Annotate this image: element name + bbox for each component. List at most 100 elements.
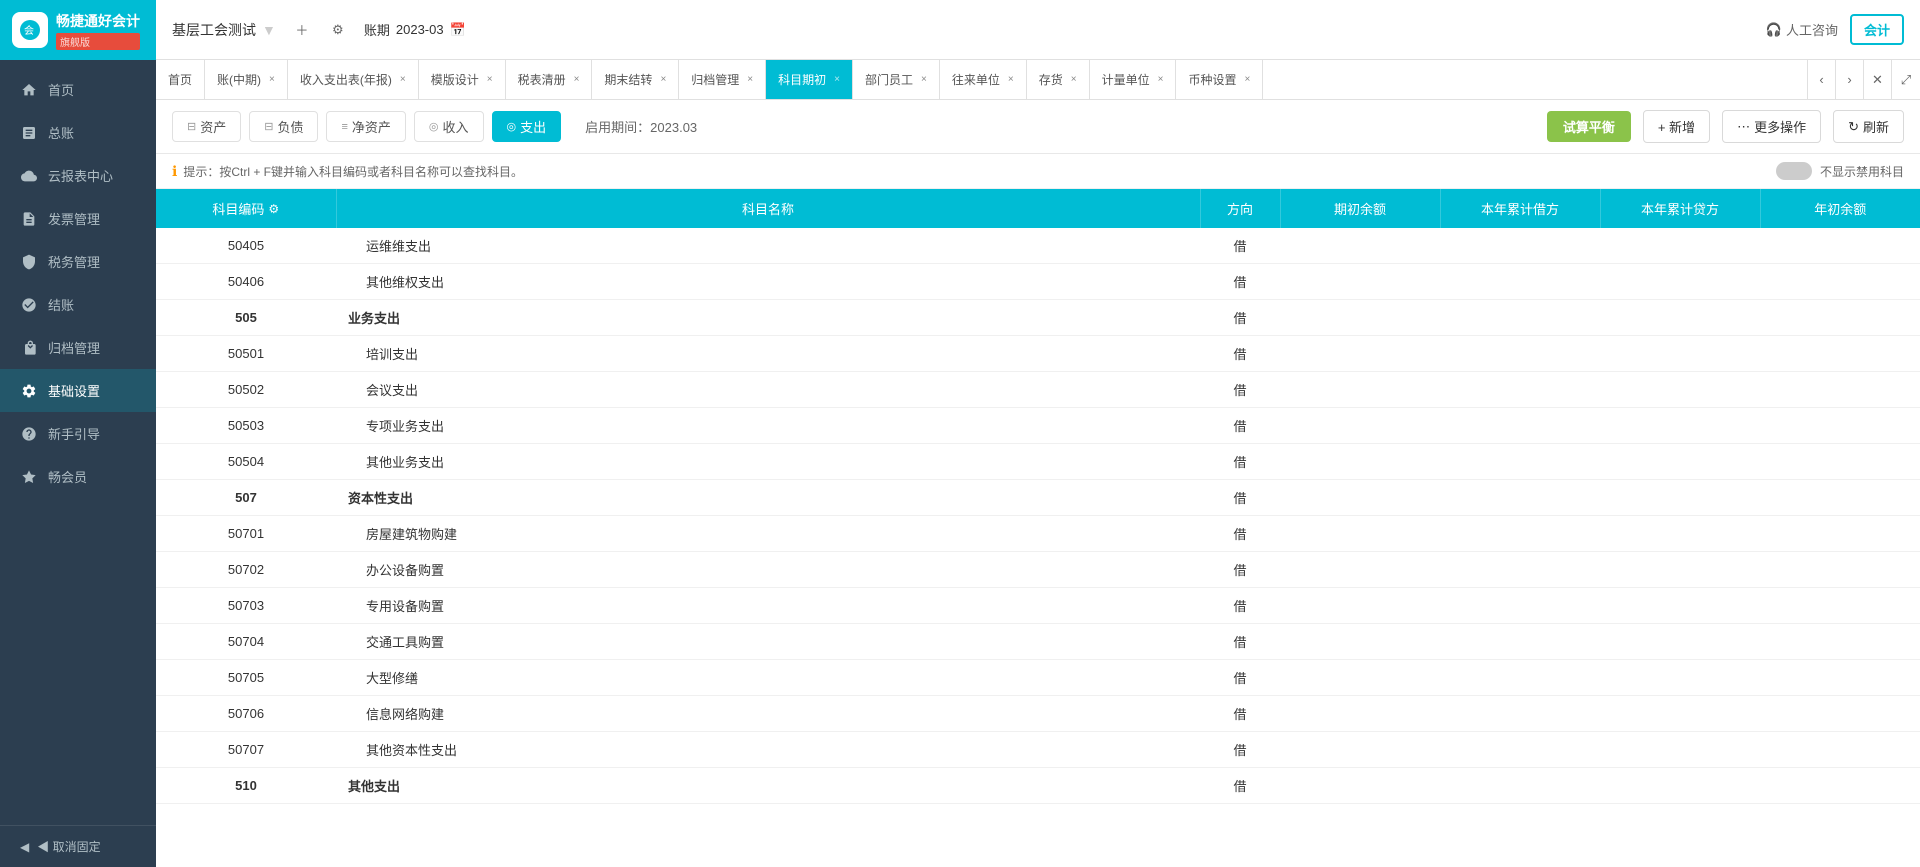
add-button[interactable]: + 新增 (1643, 110, 1710, 143)
table-row[interactable]: 50703 专用设备购置 借 (156, 588, 1920, 624)
table-row[interactable]: 50502 会议支出 借 (156, 372, 1920, 408)
tab-yearend-close[interactable]: × (660, 74, 666, 85)
tab-period-close[interactable]: × (269, 74, 275, 85)
table-row[interactable]: 50504 其他业务支出 借 (156, 444, 1920, 480)
sidebar-item-cloud[interactable]: 云报表中心 (0, 154, 156, 197)
more-icon: ⋯ (1737, 119, 1750, 135)
filter-tab-asset-label: 资产 (200, 117, 226, 136)
app-logo: 会 畅捷通好会计 旗舰版 (0, 0, 156, 60)
refresh-button[interactable]: ↻ 刷新 (1833, 110, 1904, 143)
table-container[interactable]: 科目编码 ⚙ 科目名称 方向 期初余额 本年累计借方 本年累计贷方 年初余额 5… (156, 189, 1920, 867)
tab-expand-button[interactable]: ⤢ (1892, 60, 1920, 100)
table-row[interactable]: 510 其他支出 借 (156, 768, 1920, 804)
cell-year-opening (1760, 372, 1920, 408)
table-row[interactable]: 50707 其他资本性支出 借 (156, 732, 1920, 768)
tab-prev-button[interactable]: ‹ (1808, 60, 1836, 100)
cell-debit (1440, 588, 1600, 624)
tab-period[interactable]: 账(中期) × (205, 60, 288, 99)
filter-tab-income[interactable]: ◎ 收入 (414, 111, 484, 142)
table-row[interactable]: 50405 运维维支出 借 (156, 228, 1920, 264)
sidebar-item-ledger[interactable]: 总账 (0, 111, 156, 154)
tab-template[interactable]: 模版设计 × (419, 60, 506, 99)
account-label: 会计 (1864, 23, 1890, 38)
table-row[interactable]: 50702 办公设备购置 借 (156, 552, 1920, 588)
settings-button[interactable]: ⚙ (324, 16, 352, 44)
tab-taxclear-close[interactable]: × (574, 74, 580, 85)
tab-partner-close[interactable]: × (1008, 74, 1014, 85)
tab-stock-close[interactable]: × (1071, 74, 1077, 85)
cell-year-opening (1760, 408, 1920, 444)
table-row[interactable]: 505 业务支出 借 (156, 300, 1920, 336)
help-button[interactable]: 🎧 人工咨询 (1766, 20, 1838, 39)
account-button[interactable]: 会计 (1850, 14, 1904, 45)
table-row[interactable]: 507 资本性支出 借 (156, 480, 1920, 516)
add-tab-button[interactable]: ＋ (288, 16, 316, 44)
app-version: 旗舰版 (56, 33, 140, 50)
tab-template-close[interactable]: × (487, 74, 493, 85)
collapse-sidebar-button[interactable]: ◀ ◀ 取消固定 (20, 838, 136, 855)
col-header-year-opening: 年初余额 (1760, 189, 1920, 228)
tab-currency-close[interactable]: × (1244, 74, 1250, 85)
cell-direction: 借 (1200, 696, 1280, 732)
tab-taxclear[interactable]: 税表清册 × (506, 60, 593, 99)
tab-stock[interactable]: 存货 × (1027, 60, 1090, 99)
tab-unit-close[interactable]: × (1158, 74, 1164, 85)
table-row[interactable]: 50701 房屋建筑物购建 借 (156, 516, 1920, 552)
filter-tab-asset[interactable]: ⊟ 资产 (172, 111, 241, 142)
tab-dept[interactable]: 部门员工 × (853, 60, 940, 99)
cell-opening (1280, 516, 1440, 552)
table-row[interactable]: 50706 信息网络购建 借 (156, 696, 1920, 732)
tab-home[interactable]: 首页 (156, 60, 205, 99)
tab-subject-close[interactable]: × (834, 74, 840, 85)
sidebar-item-archive[interactable]: 归档管理 (0, 326, 156, 369)
tab-yearend[interactable]: 期末结转 × (592, 60, 679, 99)
tab-archive[interactable]: 归档管理 × (679, 60, 766, 99)
tab-partner[interactable]: 往来单位 × (940, 60, 1027, 99)
tab-nav-buttons: ‹ › ✕ ⤢ (1807, 60, 1920, 99)
cell-opening (1280, 264, 1440, 300)
tab-currency[interactable]: 币种设置 × (1176, 60, 1263, 99)
sidebar-item-guide[interactable]: 新手引导 (0, 412, 156, 455)
tab-close-all-button[interactable]: ✕ (1864, 60, 1892, 100)
period-label-text: 账期 (364, 20, 390, 39)
tab-income-close[interactable]: × (400, 74, 406, 85)
sidebar-item-tax[interactable]: 税务管理 (0, 240, 156, 283)
cell-opening (1280, 300, 1440, 336)
tab-taxclear-label: 税表清册 (518, 71, 566, 88)
cell-debit (1440, 372, 1600, 408)
sidebar-item-close[interactable]: 结账 (0, 283, 156, 326)
tab-unit[interactable]: 计量单位 × (1090, 60, 1177, 99)
cell-debit (1440, 336, 1600, 372)
sidebar-item-home[interactable]: 首页 (0, 68, 156, 111)
calendar-icon[interactable]: 📅 (450, 22, 466, 38)
tab-archive-close[interactable]: × (747, 74, 753, 85)
table-row[interactable]: 50704 交通工具购置 借 (156, 624, 1920, 660)
cell-direction: 借 (1200, 732, 1280, 768)
cell-code: 50503 (156, 408, 336, 444)
sidebar-footer[interactable]: ◀ ◀ 取消固定 (0, 825, 156, 867)
tab-income[interactable]: 收入支出表(年报) × (288, 60, 419, 99)
toggle-disabled-subjects[interactable] (1776, 162, 1812, 180)
more-actions-button[interactable]: ⋯ 更多操作 (1722, 110, 1821, 143)
cell-debit (1440, 480, 1600, 516)
cell-name: 专项业务支出 (336, 408, 1200, 444)
table-row[interactable]: 50501 培训支出 借 (156, 336, 1920, 372)
cell-name: 专用设备购置 (336, 588, 1200, 624)
sidebar-item-invoice[interactable]: 发票管理 (0, 197, 156, 240)
table-row[interactable]: 50705 大型修缮 借 (156, 660, 1920, 696)
tab-dept-close[interactable]: × (921, 74, 927, 85)
tab-next-button[interactable]: › (1836, 60, 1864, 100)
sidebar-item-member[interactable]: 畅会员 (0, 455, 156, 498)
filter-tab-liability[interactable]: ⊟ 负债 (249, 111, 318, 142)
sidebar-item-settings[interactable]: 基础设置 (0, 369, 156, 412)
company-title: 基层工会测试 ▼ (172, 20, 276, 40)
col-header-direction: 方向 (1200, 189, 1280, 228)
tab-subject[interactable]: 科目期初 × (766, 60, 853, 99)
table-row[interactable]: 50503 专项业务支出 借 (156, 408, 1920, 444)
filter-tab-expense[interactable]: ◎ 支出 (492, 111, 562, 142)
filter-tab-netasset[interactable]: ≡ 净资产 (326, 111, 405, 142)
sidebar-item-label: 税务管理 (48, 252, 100, 271)
calculate-button[interactable]: 试算平衡 (1547, 111, 1631, 142)
table-row[interactable]: 50406 其他维权支出 借 (156, 264, 1920, 300)
gear-icon[interactable]: ⚙ (268, 202, 279, 216)
